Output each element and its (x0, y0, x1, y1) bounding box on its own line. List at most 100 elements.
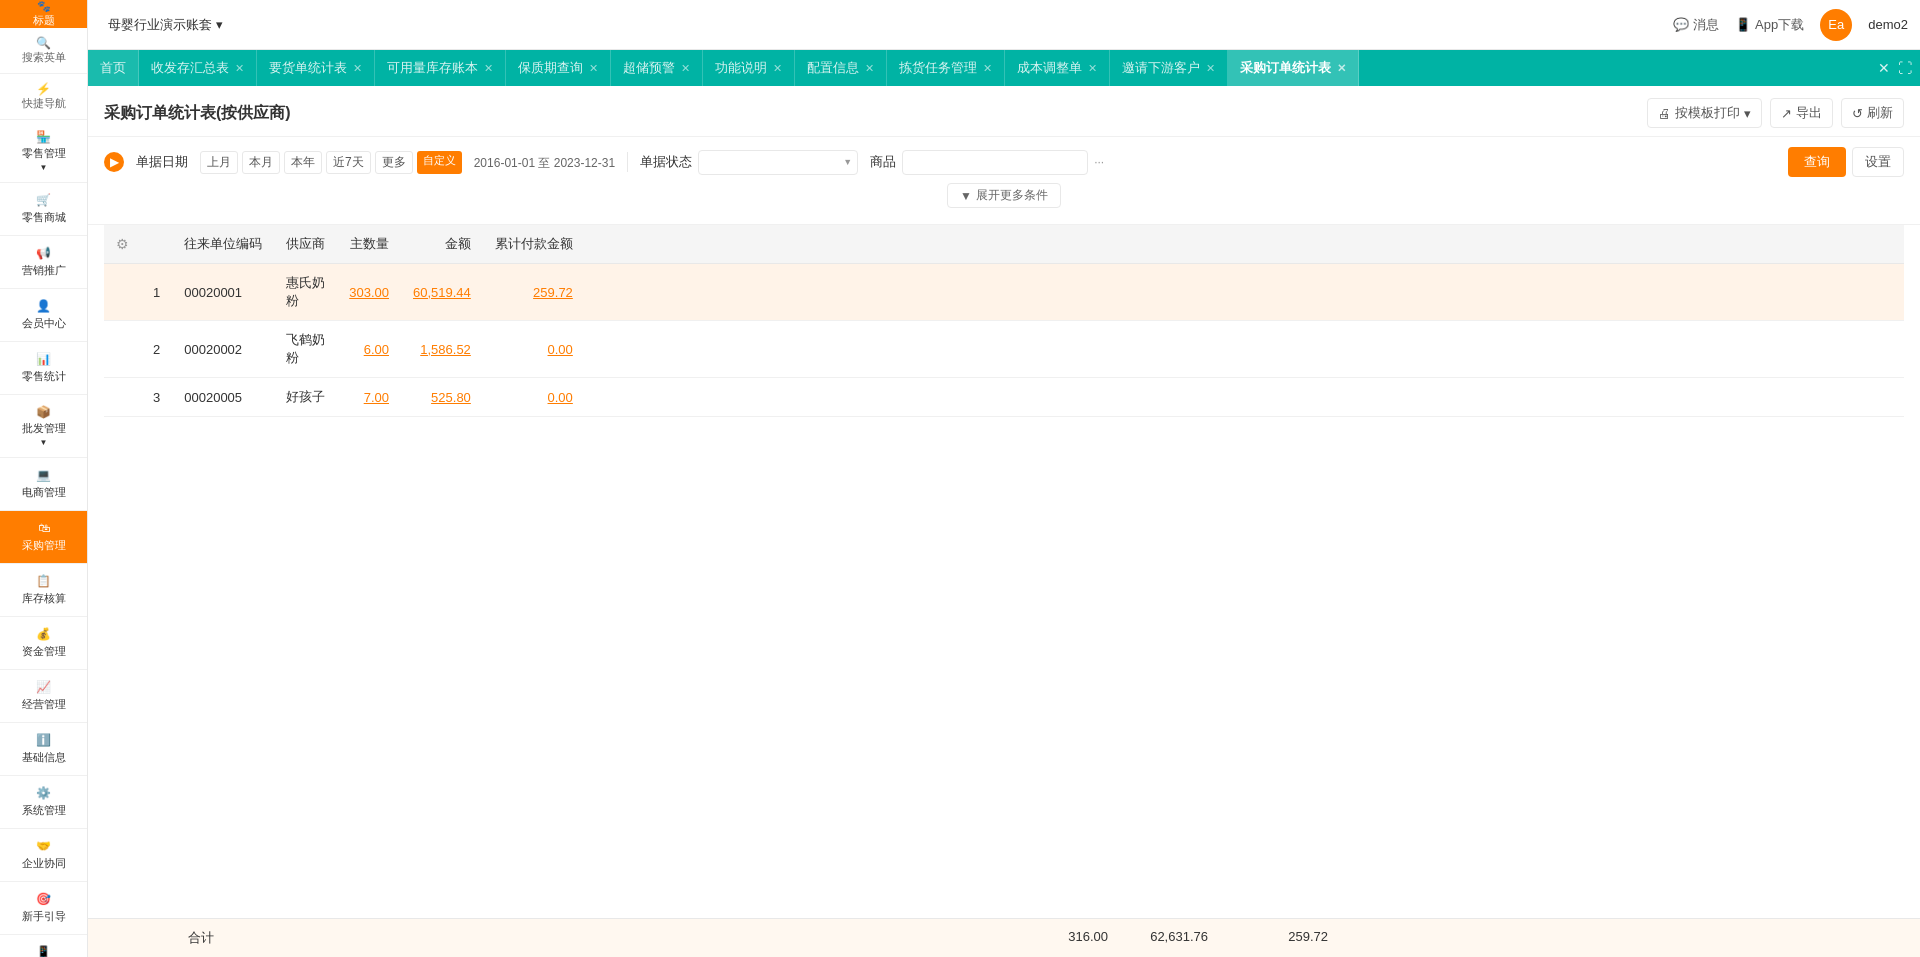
close-tab-function-desc[interactable]: ✕ (773, 62, 782, 75)
workspace-selector[interactable]: 母婴行业演示账套 ▾ (100, 12, 231, 38)
sidebar-item-inventory-check[interactable]: 📋 库存核算 (0, 564, 87, 617)
new-guide-icon: 🎯 (36, 892, 51, 906)
expand-more-row: ▼ 展开更多条件 (104, 177, 1904, 214)
purchase-stats-label: 采购订单统计表 (1240, 59, 1331, 77)
tab-home[interactable]: 首页 (88, 50, 139, 86)
expand-arrow-icon2: ▼ (40, 438, 48, 447)
col-index (141, 225, 172, 264)
sidebar-item-quick-nav[interactable]: ⚡ 快捷导航 (0, 74, 87, 120)
col-unit-code: 往来单位编码 (172, 225, 274, 264)
tab-available-inventory[interactable]: 可用量库存账本 ✕ (375, 50, 506, 86)
close-tab-receive-summary[interactable]: ✕ (235, 62, 244, 75)
retail-mall-icon: 🛒 (36, 193, 51, 207)
filter-toggle-button[interactable]: ▶ (104, 152, 124, 172)
sidebar-item-retail-stats[interactable]: 📊 零售统计 (0, 342, 87, 395)
close-tab-purchase-stats[interactable]: ✕ (1337, 62, 1346, 75)
footer-supplier (456, 929, 1020, 947)
basic-info-icon: ℹ️ (36, 733, 51, 747)
sidebar-item-app-center[interactable]: 📱 应用中心 (0, 935, 87, 957)
sidebar-item-marketing[interactable]: 📢 营销推广 (0, 236, 87, 289)
close-tab-goods-stats[interactable]: ✕ (353, 62, 362, 75)
col-qty: 主数量 (337, 225, 401, 264)
wholesale-mgmt-icon: 📦 (36, 405, 51, 419)
date-btn-this-month[interactable]: 本月 (242, 151, 280, 174)
finance-icon: 💰 (36, 627, 51, 641)
close-tab-overstock-warning[interactable]: ✕ (681, 62, 690, 75)
close-tab-pick-task[interactable]: ✕ (983, 62, 992, 75)
goods-filter-more-btn[interactable]: ··· (1094, 155, 1104, 169)
tab-purchase-stats[interactable]: 采购订单统计表 ✕ (1228, 50, 1359, 86)
tab-config-info[interactable]: 配置信息 ✕ (795, 50, 887, 86)
column-settings-icon[interactable]: ⚙ (116, 236, 129, 252)
table-row[interactable]: 2 00020002 飞鹤奶粉 6.00 1,586.52 0.00 (104, 321, 1904, 378)
date-custom-tag[interactable]: 自定义 (417, 151, 462, 174)
tab-pick-task[interactable]: 拣货任务管理 ✕ (887, 50, 1005, 86)
tab-invite-downstream[interactable]: 邀请下游客户 ✕ (1110, 50, 1228, 86)
print-button[interactable]: 🖨 按模板打印 ▾ (1647, 98, 1762, 128)
date-btn-7days[interactable]: 近7天 (326, 151, 371, 174)
table-row[interactable]: 3 00020005 好孩子 7.00 525.80 0.00 (104, 378, 1904, 417)
row-unit-code: 00020002 (172, 321, 274, 378)
date-btn-last-month[interactable]: 上月 (200, 151, 238, 174)
sidebar-item-finance-mgmt[interactable]: 💰 资金管理 (0, 617, 87, 670)
page-header-actions: 🖨 按模板打印 ▾ ↗ 导出 ↺ 刷新 (1647, 98, 1904, 128)
tab-goods-stats[interactable]: 要货单统计表 ✕ (257, 50, 375, 86)
tab-overstock-warning[interactable]: 超储预警 ✕ (611, 50, 703, 86)
nav-tabs-controls: ✕ ⛶ (1870, 60, 1920, 76)
status-select[interactable] (698, 150, 858, 175)
page-content: 采购订单统计表(按供应商) 🖨 按模板打印 ▾ ↗ 导出 ↺ 刷新 (88, 86, 1920, 957)
row-extra (585, 264, 1904, 321)
refresh-button[interactable]: ↺ 刷新 (1841, 98, 1904, 128)
close-all-tabs-btn[interactable]: ✕ (1878, 60, 1890, 76)
close-tab-config-info[interactable]: ✕ (865, 62, 874, 75)
col-supplier: 供应商 (274, 225, 337, 264)
app-download-btn[interactable]: 📱 App下载 (1735, 16, 1804, 34)
sidebar-item-ecommerce-mgmt[interactable]: 💻 电商管理 (0, 458, 87, 511)
footer-settings-col (104, 929, 136, 947)
expand-more-label: 展开更多条件 (976, 187, 1048, 204)
export-button[interactable]: ↗ 导出 (1770, 98, 1833, 128)
user-avatar[interactable]: Ea (1820, 9, 1852, 41)
tab-receive-summary[interactable]: 收发存汇总表 ✕ (139, 50, 257, 86)
workspace-name: 母婴行业演示账套 (108, 16, 212, 34)
close-tab-available-inventory[interactable]: ✕ (484, 62, 493, 75)
logo-icon: 🐾 (37, 0, 51, 13)
settings-button[interactable]: 设置 (1852, 147, 1904, 177)
row-settings-col (104, 321, 141, 378)
nav-tabs: 首页 收发存汇总表 ✕ 要货单统计表 ✕ 可用量库存账本 ✕ 保质期查询 ✕ 超… (88, 50, 1920, 86)
sidebar-item-wholesale-mgmt[interactable]: 📦 批发管理 ▼ (0, 395, 87, 458)
tab-function-desc[interactable]: 功能说明 ✕ (703, 50, 795, 86)
date-btn-this-year[interactable]: 本年 (284, 151, 322, 174)
sidebar-item-member-center[interactable]: 👤 会员中心 (0, 289, 87, 342)
filter-separator-1 (627, 152, 628, 172)
sidebar-item-basic-info[interactable]: ℹ️ 基础信息 (0, 723, 87, 776)
close-tab-expiry-query[interactable]: ✕ (589, 62, 598, 75)
sidebar-item-system-mgmt[interactable]: ⚙️ 系统管理 (0, 776, 87, 829)
expand-more-button[interactable]: ▼ 展开更多条件 (947, 183, 1061, 208)
ecommerce-icon: 💻 (36, 468, 51, 482)
goods-filter-input[interactable] (902, 150, 1088, 175)
close-tab-cost-adjust[interactable]: ✕ (1088, 62, 1097, 75)
filter-area: ▶ 单据日期 上月 本月 本年 近7天 更多 自定义 2016-01-01 至 … (88, 137, 1920, 225)
col-paid-amount: 累计付款金额 (483, 225, 585, 264)
query-button[interactable]: 查询 (1788, 147, 1846, 177)
table-row[interactable]: 1 00020001 惠氏奶粉 303.00 60,519.44 259.72 (104, 264, 1904, 321)
print-icon: 🖨 (1658, 106, 1671, 121)
message-btn[interactable]: 💬 消息 (1673, 16, 1719, 34)
maximize-btn[interactable]: ⛶ (1898, 60, 1912, 76)
tab-expiry-query[interactable]: 保质期查询 ✕ (506, 50, 611, 86)
sidebar-item-enterprise-coop[interactable]: 🤝 企业协同 (0, 829, 87, 882)
row-index: 2 (141, 321, 172, 378)
sidebar-item-retail-mgmt[interactable]: 🏪 零售管理 ▼ (0, 120, 87, 183)
sidebar-item-search[interactable]: 🔍 搜索英单 (0, 28, 87, 74)
tab-cost-adjust[interactable]: 成本调整单 ✕ (1005, 50, 1110, 86)
footer-label: 合计 (176, 929, 456, 947)
date-btn-more[interactable]: 更多 (375, 151, 413, 174)
sidebar-item-ops-mgmt[interactable]: 📈 经营管理 (0, 670, 87, 723)
user-name[interactable]: demo2 (1868, 17, 1908, 32)
sidebar-item-retail-mall[interactable]: 🛒 零售商城 (0, 183, 87, 236)
expand-arrow-icon: ▼ (40, 163, 48, 172)
close-tab-invite-downstream[interactable]: ✕ (1206, 62, 1215, 75)
sidebar-item-new-guide[interactable]: 🎯 新手引导 (0, 882, 87, 935)
sidebar-item-purchase-mgmt[interactable]: 🛍 采购管理 (0, 511, 87, 564)
